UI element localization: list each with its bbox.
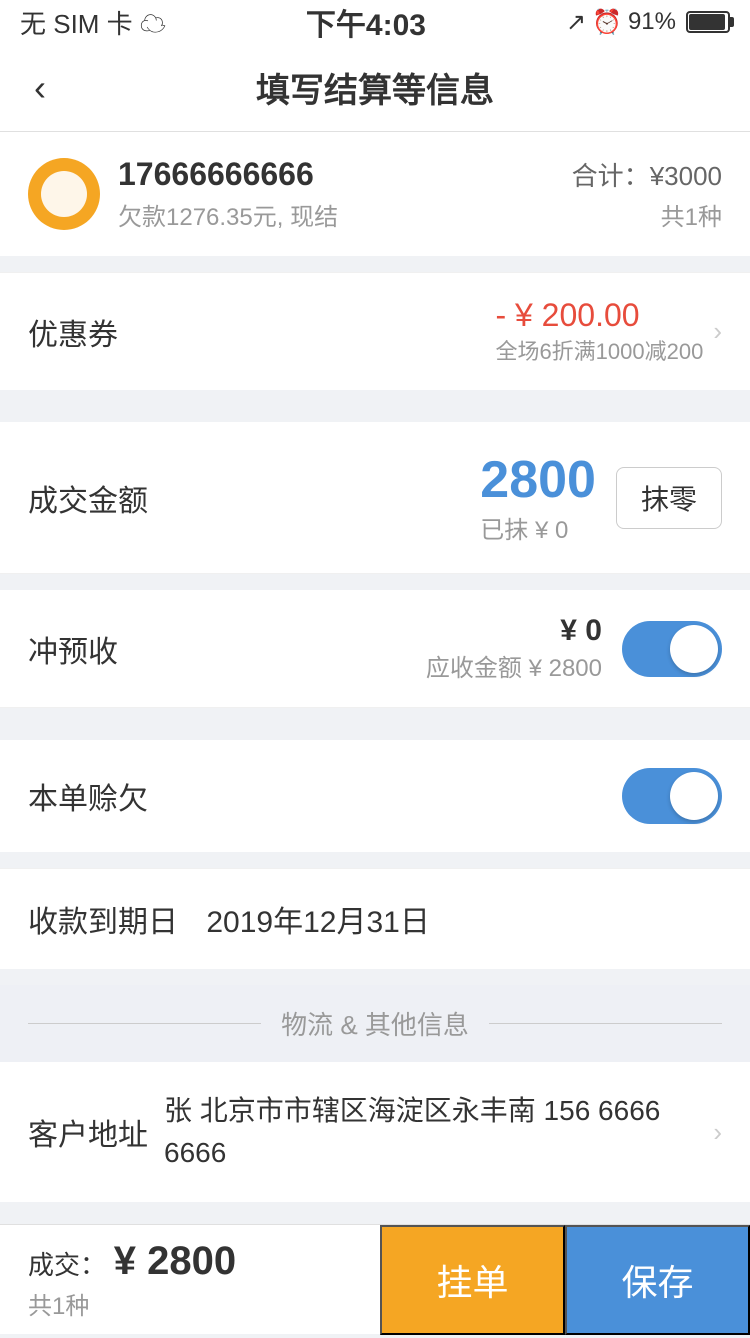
transaction-label: 成交金额: [28, 476, 148, 520]
toggle-knob: [670, 625, 718, 673]
customer-sub-text: 欠款1276.35元, 现结: [118, 197, 338, 232]
address-label: 客户地址: [28, 1110, 148, 1154]
logistics-divider: 物流 & 其他信息: [0, 985, 750, 1062]
customer-phone: 17666666666: [118, 156, 338, 193]
avatar-icon: [41, 171, 87, 217]
status-time: 下午4:03: [306, 0, 426, 44]
total-label: 合计：¥3000: [572, 156, 722, 193]
nav-bar: ‹ 填写结算等信息: [0, 44, 750, 132]
avatar: [28, 158, 100, 230]
back-button[interactable]: ‹: [24, 57, 56, 119]
coupon-sub-text: 全场6折满1000减200: [495, 334, 703, 366]
section-divider-1: [0, 406, 750, 422]
coupon-label: 优惠券: [28, 310, 118, 354]
status-right: ↗ ⏰ 91%: [566, 8, 730, 37]
clock-icon: ⏰: [592, 8, 622, 37]
transaction-row: 成交金额 2800 已抹 ¥ 0 抹零: [0, 422, 750, 574]
debt-row: 本单赊欠: [0, 740, 750, 852]
battery-icon: [686, 11, 730, 33]
transaction-amount: 2800: [480, 450, 596, 510]
due-date-label: 收款到期日: [28, 906, 178, 939]
sim-label: 无 SIM 卡 ☁: [20, 4, 166, 41]
page-title: 填写结算等信息: [256, 63, 494, 112]
precharge-toggle-container: [622, 621, 722, 677]
logistics-text: 物流 & 其他信息: [281, 1005, 469, 1042]
debt-toggle[interactable]: [622, 768, 722, 824]
address-row[interactable]: 客户地址 张 北京市市辖区海淀区永丰南 156 6666 6666 ›: [0, 1062, 750, 1202]
status-bar: 无 SIM 卡 ☁ 下午4:03 ↗ ⏰ 91%: [0, 0, 750, 44]
address-chevron-icon: ›: [713, 1117, 722, 1148]
customer-info-card: 17666666666 欠款1276.35元, 现结 合计：¥3000 共1种: [0, 132, 750, 256]
debt-toggle-container: [622, 768, 722, 824]
bottom-amount: ¥ 2800: [114, 1239, 236, 1283]
due-date-row: 收款到期日 2019年12月31日: [0, 868, 750, 969]
due-date-value: 2019年12月31日: [206, 906, 429, 939]
precharge-toggle[interactable]: [622, 621, 722, 677]
round-zero-sub: 已抹 ¥ 0: [480, 510, 596, 545]
precharge-row: 冲预收 ¥ 0 应收金额 ¥ 2800: [0, 590, 750, 708]
round-zero-button[interactable]: 抹零: [616, 467, 722, 529]
bottom-bar: 成交： ¥ 2800 共1种 挂单 保存: [0, 1224, 750, 1334]
location-icon: ↗: [566, 8, 586, 37]
precharge-label: 冲预收: [28, 627, 118, 671]
status-left: 无 SIM 卡 ☁: [20, 4, 166, 41]
section-divider-2: [0, 724, 750, 740]
bottom-count: 共1种: [28, 1286, 352, 1321]
bottom-deal-label: 成交：: [28, 1250, 106, 1280]
pending-button[interactable]: 挂单: [380, 1225, 565, 1335]
logistics-line-right: [489, 1023, 722, 1024]
chevron-right-icon: ›: [713, 316, 722, 347]
coupon-discount: - ¥ 200.00: [495, 297, 703, 334]
total-count: 共1种: [572, 197, 722, 232]
save-button[interactable]: 保存: [565, 1225, 750, 1335]
coupon-row[interactable]: 优惠券 - ¥ 200.00 全场6折满1000减200 ›: [0, 272, 750, 390]
precharge-value: ¥ 0: [426, 614, 602, 648]
address-value: 张 北京市市辖区海淀区永丰南 156 6666 6666: [164, 1090, 697, 1174]
battery-text: 91%: [628, 8, 676, 36]
bottom-summary: 成交： ¥ 2800 共1种: [0, 1239, 380, 1321]
debt-label: 本单赊欠: [28, 774, 148, 818]
precharge-sub: 应收金额 ¥ 2800: [426, 648, 602, 683]
debt-toggle-knob: [670, 772, 718, 820]
logistics-line-left: [28, 1023, 261, 1024]
